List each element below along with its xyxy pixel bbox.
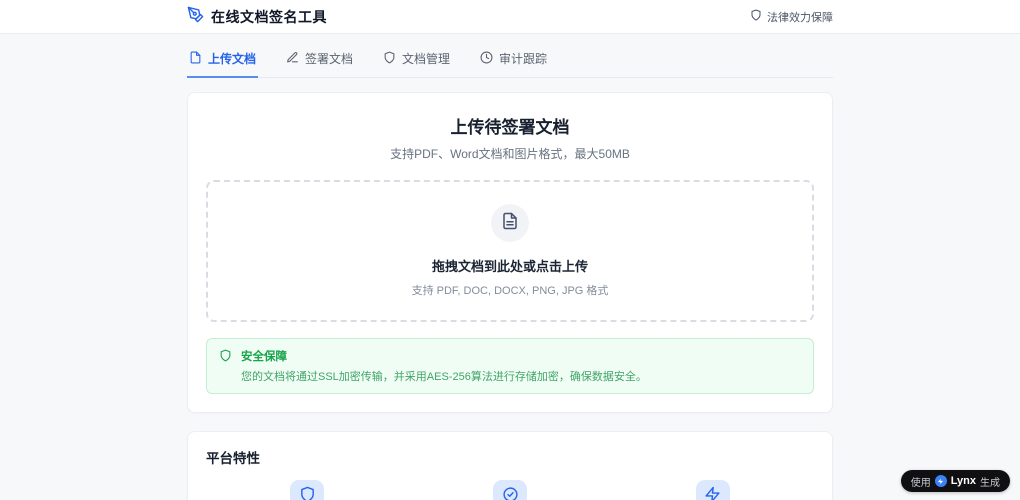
upload-card: 上传待签署文档 支持PDF、Word文档和图片格式，最大50MB 拖拽文档到此处… xyxy=(187,92,833,413)
features-row: 安全加密 采用AES-256加密算法保护文档安全 法律效力 符合《电子签名法》，… xyxy=(206,480,814,500)
feature-icon-tile xyxy=(493,480,527,500)
tab-sign-document[interactable]: 签署文档 xyxy=(284,46,355,78)
tab-label: 文档管理 xyxy=(402,52,451,66)
tab-label: 审计跟踪 xyxy=(499,52,548,66)
upload-dropzone[interactable]: 拖拽文档到此处或点击上传 支持 PDF, DOC, DOCX, PNG, JPG… xyxy=(206,180,814,322)
feature-secure-encryption: 安全加密 采用AES-256加密算法保护文档安全 xyxy=(206,480,409,500)
document-icon xyxy=(189,51,202,67)
dropzone-sub-text: 支持 PDF, DOC, DOCX, PNG, JPG 格式 xyxy=(411,285,609,297)
features-card-title: 平台特性 xyxy=(206,451,260,466)
document-icon xyxy=(501,212,519,235)
lynx-generated-badge[interactable]: 使用 Lynx 生成 xyxy=(900,470,1010,492)
clock-icon xyxy=(480,51,493,67)
tab-upload-document[interactable]: 上传文档 xyxy=(187,46,259,78)
badge-brand: Lynx xyxy=(950,475,976,487)
pen-icon xyxy=(286,51,299,67)
feature-legal-validity: 法律效力 符合《电子签名法》，具备完整法律效力 xyxy=(409,480,612,500)
pen-nib-logo-icon xyxy=(187,6,204,28)
legal-guarantee-badge: 法律效力保障 xyxy=(750,9,833,25)
upload-card-subtitle: 支持PDF、Word文档和图片格式，最大50MB xyxy=(390,147,630,161)
shield-icon xyxy=(750,9,762,24)
security-notice-title: 安全保障 xyxy=(241,351,287,363)
app-header: 在线文档签名工具 法律效力保障 xyxy=(0,0,1020,34)
brand: 在线文档签名工具 xyxy=(187,6,327,28)
tab-label: 签署文档 xyxy=(305,52,354,66)
badge-prefix: 使用 xyxy=(910,477,931,489)
upload-card-title: 上传待签署文档 xyxy=(450,118,570,137)
dropzone-icon-circle xyxy=(491,204,529,242)
tab-audit-trail[interactable]: 审计跟踪 xyxy=(478,46,549,78)
tab-label: 上传文档 xyxy=(208,52,257,66)
shield-icon xyxy=(299,486,316,500)
features-card: 平台特性 安全加密 采用AES-256加密算法保护文档安全 xyxy=(187,431,833,500)
main-content: 上传文档 签署文档 文档管理 审计跟踪 上传待签署文档 支持PDF、Word文档… xyxy=(187,46,833,500)
app-title: 在线文档签名工具 xyxy=(211,8,327,25)
check-circle-icon xyxy=(502,486,519,500)
tab-document-management[interactable]: 文档管理 xyxy=(381,46,452,78)
feature-efficient-process: 高效流程 简化签署流程，提升业务处理效率 xyxy=(611,480,814,500)
lynx-logo-icon xyxy=(934,475,947,487)
shield-icon xyxy=(383,51,396,67)
feature-icon-tile xyxy=(290,480,325,500)
badge-suffix: 生成 xyxy=(980,477,1000,489)
feature-icon-tile xyxy=(695,480,730,500)
shield-icon xyxy=(219,348,232,367)
security-notice: 安全保障 您的文档将通过SSL加密传输，并采用AES-256算法进行存储加密，确… xyxy=(206,338,814,394)
legal-guarantee-label: 法律效力保障 xyxy=(767,11,833,24)
security-notice-text: 您的文档将通过SSL加密传输，并采用AES-256算法进行存储加密，确保数据安全… xyxy=(241,371,647,383)
dropzone-main-text: 拖拽文档到此处或点击上传 xyxy=(431,259,588,274)
lightning-icon xyxy=(704,486,721,500)
tab-bar: 上传文档 签署文档 文档管理 审计跟踪 xyxy=(187,46,833,78)
